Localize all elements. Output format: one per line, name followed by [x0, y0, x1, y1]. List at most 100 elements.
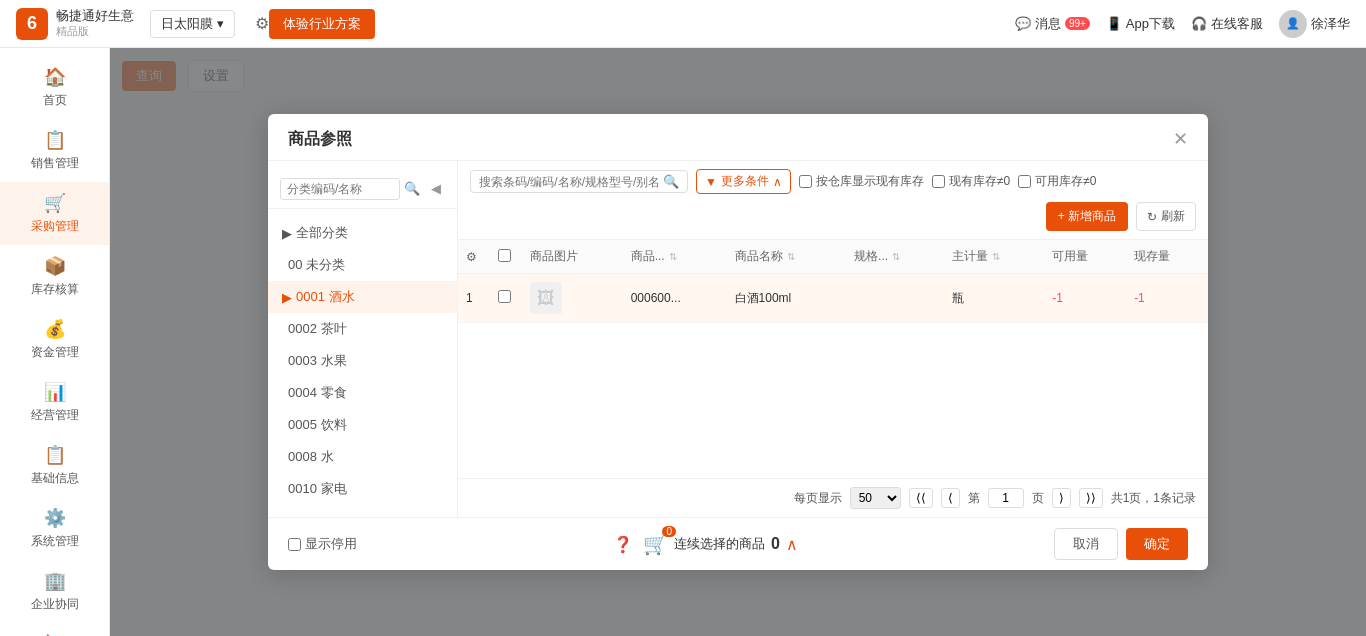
sidebar-item-operation[interactable]: 📊 经营管理 [0, 371, 109, 434]
sidebar-label-home: 首页 [43, 92, 67, 109]
page-number-input[interactable] [988, 488, 1024, 508]
category-item-0003[interactable]: 0003 水果 [268, 345, 457, 377]
cart-badge: 0 [662, 526, 676, 537]
table-panel: 🔍 ▼ 更多条件 ∧ 按仓库显示现有库存 [458, 161, 1208, 517]
expand-icon-0001: ▶ [282, 290, 292, 305]
category-search-input[interactable] [280, 178, 400, 200]
show-disabled-text: 显示停用 [305, 535, 357, 553]
app-download-item[interactable]: 📱 App下载 [1106, 15, 1175, 33]
col-header-unit[interactable]: 主计量 ⇅ [944, 240, 1045, 274]
cell-spec [846, 274, 944, 323]
category-item-0004[interactable]: 0004 零食 [268, 377, 457, 409]
table-header-row: ⚙ 商品图片 商品... ⇅ [458, 240, 1208, 274]
category-panel: 🔍 ◀ ▶ 全部分类 00 未分类 ▶ [268, 161, 458, 517]
stock-nonzero-checkbox[interactable]: 现有库存≠0 [932, 173, 1010, 190]
headset-icon: 🎧 [1191, 16, 1207, 31]
category-label-0003: 0003 水果 [288, 353, 347, 368]
show-disabled-label[interactable]: 显示停用 [288, 535, 357, 553]
online-service-label: 在线客服 [1211, 15, 1263, 33]
warehouse-filter-label: 按仓库显示现有库存 [816, 173, 924, 190]
cart-area[interactable]: 🛒 0 连续选择的商品 0 ∧ [643, 532, 798, 556]
select-all-checkbox[interactable] [498, 249, 511, 262]
modal-close-button[interactable]: ✕ [1173, 128, 1188, 150]
cell-image: 🖼 [522, 274, 623, 323]
experience-button[interactable]: 体验行业方案 [269, 9, 375, 39]
category-item-0008[interactable]: 0008 水 [268, 441, 457, 473]
page-size-label: 每页显示 [794, 490, 842, 507]
category-label-00: 00 未分类 [288, 257, 345, 272]
help-icon[interactable]: ❓ [613, 535, 633, 554]
confirm-button[interactable]: 确定 [1126, 528, 1188, 560]
sidebar-item-system[interactable]: ⚙️ 系统管理 [0, 497, 109, 560]
sidebar-label-basic: 基础信息 [31, 470, 79, 487]
modal-header: 商品参照 ✕ [268, 114, 1208, 161]
collapse-category-button[interactable]: ◀ [427, 177, 445, 200]
last-page-button[interactable]: ⟩⟩ [1079, 488, 1103, 508]
col-header-code[interactable]: 商品... ⇅ [623, 240, 727, 274]
user-item[interactable]: 👤 徐泽华 [1279, 10, 1350, 38]
add-product-button[interactable]: + 新增商品 [1046, 202, 1128, 231]
usable-nonzero-label: 可用库存≠0 [1035, 173, 1096, 190]
page-size-select[interactable]: 50 10 20 100 [850, 487, 901, 509]
sidebar-item-home[interactable]: 🏠 首页 [0, 56, 109, 119]
usable-nonzero-checkbox[interactable]: 可用库存≠0 [1018, 173, 1096, 190]
col-header-name[interactable]: 商品名称 ⇅ [727, 240, 847, 274]
col-header-spec[interactable]: 规格... ⇅ [846, 240, 944, 274]
col-header-settings[interactable]: ⚙ [458, 240, 490, 274]
first-page-button[interactable]: ⟨⟨ [909, 488, 933, 508]
product-table-body: 1 🖼 000600... 白酒100ml [458, 274, 1208, 323]
category-item-0005[interactable]: 0005 饮料 [268, 409, 457, 441]
category-label-all: 全部分类 [296, 224, 348, 242]
category-item-0002[interactable]: 0002 茶叶 [268, 313, 457, 345]
nav-right: 💬 消息 99+ 📱 App下载 🎧 在线客服 👤 徐泽华 [1015, 10, 1350, 38]
category-item-all[interactable]: ▶ 全部分类 [268, 217, 457, 249]
name-sort-icon[interactable]: ⇅ [787, 251, 795, 262]
col-header-check[interactable] [490, 240, 522, 274]
table-row[interactable]: 1 🖼 000600... 白酒100ml [458, 274, 1208, 323]
spec-sort-icon[interactable]: ⇅ [892, 251, 900, 262]
category-item-0010[interactable]: 0010 家电 [268, 473, 457, 505]
sidebar-item-purchase[interactable]: 🛒 采购管理 [0, 182, 109, 245]
row-checkbox[interactable] [498, 290, 511, 303]
category-label-0010: 0010 家电 [288, 481, 347, 496]
image-placeholder: 🖼 [537, 288, 555, 309]
sidebar-item-sales[interactable]: 📋 销售管理 [0, 119, 109, 182]
brand-text: 畅捷通好生意 精品版 [56, 8, 134, 40]
refresh-button[interactable]: ↻ 刷新 [1136, 202, 1196, 231]
show-disabled-checkbox[interactable] [288, 538, 301, 551]
sidebar-item-inventory[interactable]: 📦 库存核算 [0, 245, 109, 308]
category-search-icon[interactable]: 🔍 [404, 181, 420, 196]
sidebar-item-enterprise[interactable]: 🏢 企业协同 [0, 560, 109, 623]
sidebar-item-finance[interactable]: 💰 资金管理 [0, 308, 109, 371]
cart-label: 连续选择的商品 [674, 535, 765, 553]
more-filter-button[interactable]: ▼ 更多条件 ∧ [696, 169, 791, 194]
category-item-0001[interactable]: ▶ 0001 酒水 [268, 281, 457, 313]
table-toolbar: 🔍 ▼ 更多条件 ∧ 按仓库显示现有库存 [458, 161, 1208, 240]
company-dropdown[interactable]: 日太阳膜 ▾ [150, 10, 235, 38]
cancel-button[interactable]: 取消 [1054, 528, 1118, 560]
purchase-icon: 🛒 [44, 192, 66, 214]
settings-icon[interactable]: ⚙ [255, 14, 269, 33]
prev-page-button[interactable]: ⟨ [941, 488, 960, 508]
product-search-input[interactable] [479, 175, 659, 189]
warehouse-checkbox-input[interactable] [799, 175, 812, 188]
sidebar-item-basic[interactable]: 📋 基础信息 [0, 434, 109, 497]
next-page-button[interactable]: ⟩ [1052, 488, 1071, 508]
stock-nonzero-input[interactable] [932, 175, 945, 188]
cell-check[interactable] [490, 274, 522, 323]
online-service-item[interactable]: 🎧 在线客服 [1191, 15, 1263, 33]
cart-icon-wrap: 🛒 0 [643, 532, 668, 556]
unit-sort-icon[interactable]: ⇅ [992, 251, 1000, 262]
messages-item[interactable]: 💬 消息 99+ [1015, 15, 1090, 33]
category-item-00[interactable]: 00 未分类 [268, 249, 457, 281]
search-icon[interactable]: 🔍 [663, 174, 679, 189]
usable-nonzero-input[interactable] [1018, 175, 1031, 188]
filter-icon: ▼ [705, 175, 717, 189]
filter-label: 更多条件 [721, 173, 769, 190]
warehouse-filter-checkbox[interactable]: 按仓库显示现有库存 [799, 173, 924, 190]
sidebar-label-enterprise: 企业协同 [31, 596, 79, 613]
code-sort-icon[interactable]: ⇅ [669, 251, 677, 262]
sidebar-item-guide[interactable]: 🔖 新手引导 [0, 623, 109, 636]
logo-icon: 6 [16, 8, 48, 40]
cart-chevron-up[interactable]: ∧ [786, 535, 798, 554]
